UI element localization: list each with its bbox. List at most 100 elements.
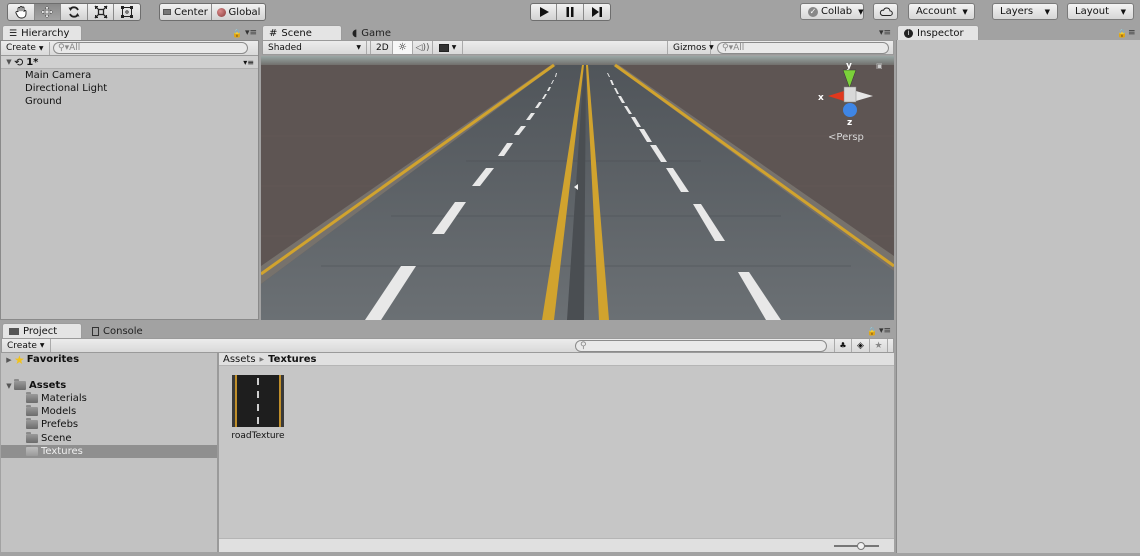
layout-label: Layout <box>1075 6 1109 17</box>
tab-project[interactable]: Project <box>2 323 82 339</box>
layers-dropdown[interactable]: Layers ▼ <box>992 3 1058 20</box>
step-button[interactable] <box>584 4 610 20</box>
hierarchy-create-button[interactable]: Create ▼ <box>1 41 50 55</box>
project-tab-label: Project <box>23 326 58 337</box>
icon-size-slider[interactable] <box>834 542 879 550</box>
gizmo-x-axis <box>828 91 844 101</box>
hierarchy-panel: Create ▼ ⚲▾ All ▼ ⟲ 1* ▾≡ Main Camera Di… <box>0 40 259 320</box>
folder-item[interactable]: Prefebs <box>1 418 78 431</box>
hierarchy-item[interactable]: Ground <box>1 95 62 108</box>
project-folder-tree: ▶ ★ Favorites ▼ Assets Materials Models … <box>1 353 217 552</box>
asset-item[interactable]: roadTexture <box>229 375 289 445</box>
account-label: Account <box>916 6 957 17</box>
search-by-type-button[interactable]: ♣ <box>834 339 852 352</box>
shading-mode-dropdown[interactable]: Shaded ▼ <box>263 41 367 54</box>
folder-item[interactable]: Materials <box>1 392 87 405</box>
favorites-row[interactable]: ▶ ★ Favorites <box>1 352 80 367</box>
expand-arrow-icon[interactable]: ▼ <box>4 58 14 66</box>
folder-item[interactable]: Models <box>1 405 76 418</box>
tab-inspector[interactable]: i Inspector <box>897 25 979 41</box>
projection-toggle[interactable]: <Persp <box>828 132 864 143</box>
save-search-button[interactable]: ★ <box>870 339 888 352</box>
scale-icon <box>94 5 108 19</box>
pivot-center-button[interactable]: Center <box>160 4 213 20</box>
assets-label: Assets <box>29 380 67 391</box>
hand-tool-button[interactable] <box>8 4 35 20</box>
search-by-label-button[interactable]: ◈ <box>852 339 870 352</box>
toggle-2d-button[interactable]: 2D <box>370 41 393 54</box>
effects-dropdown[interactable]: ▼ <box>433 41 463 54</box>
breadcrumb: Assets ▶ Textures <box>219 353 894 366</box>
hierarchy-item-label: Main Camera <box>25 70 92 81</box>
lock-icon[interactable]: 🔒 <box>867 327 877 336</box>
cloud-button[interactable] <box>873 3 898 20</box>
shading-mode-label: Shaded <box>268 42 302 53</box>
lock-icon[interactable]: 🔒 <box>1117 29 1127 38</box>
panel-menu-icon[interactable]: ▾≡ <box>879 28 891 38</box>
chevron-down-icon: ▼ <box>39 342 45 349</box>
globe-icon <box>216 7 226 17</box>
rect-transform-icon <box>121 6 134 18</box>
scale-tool-button[interactable] <box>88 4 115 20</box>
road-texture-thumbnail <box>232 375 284 427</box>
scene-viewport[interactable]: y x z <Persp ▣ <box>261 56 894 320</box>
scene-menu-icon[interactable]: ▾≡ <box>243 58 254 67</box>
tab-game[interactable]: ◖ Game <box>346 25 416 41</box>
play-button[interactable] <box>531 4 558 20</box>
folder-item[interactable]: Scene <box>1 432 72 445</box>
breadcrumb-assets[interactable]: Assets <box>223 354 256 365</box>
lock-icon[interactable]: 🔒 <box>232 29 242 38</box>
hierarchy-item-label: Directional Light <box>25 83 108 94</box>
account-dropdown[interactable]: Account ▼ <box>908 3 975 20</box>
project-create-button[interactable]: Create ▼ <box>2 339 51 352</box>
slider-thumb[interactable] <box>857 542 865 550</box>
scene-search-input[interactable]: ⚲▾ All <box>717 42 889 54</box>
folder-label: Materials <box>41 393 87 404</box>
tab-scene[interactable]: # Scene <box>262 25 342 41</box>
layers-label: Layers <box>1000 6 1034 17</box>
star-icon: ★ <box>14 352 25 367</box>
expand-arrow-icon[interactable]: ▶ <box>4 356 14 364</box>
favorites-label: Favorites <box>26 354 80 365</box>
tab-console[interactable]: Console <box>86 323 156 339</box>
rect-tool-button[interactable] <box>114 4 140 20</box>
folder-icon <box>26 432 38 443</box>
chevron-down-icon: ▼ <box>709 44 714 51</box>
expand-arrow-icon[interactable]: ▼ <box>4 382 14 390</box>
gizmo-lock-icon[interactable]: ▣ <box>876 62 883 70</box>
folder-item-selected[interactable]: Textures <box>1 445 217 458</box>
panel-menu-icon[interactable]: ▾≡ <box>879 326 891 336</box>
gizmo-neg-x-axis <box>856 91 873 101</box>
mode-2d-label: 2D <box>376 42 389 53</box>
scene-name: 1* <box>26 56 39 68</box>
assets-row[interactable]: ▼ Assets <box>1 379 66 392</box>
hierarchy-item[interactable]: Directional Light <box>1 82 107 95</box>
lighting-toggle[interactable]: ☼ <box>393 41 413 54</box>
pivot-center-label: Center <box>174 6 208 18</box>
rotate-tool-button[interactable] <box>61 4 88 20</box>
orientation-gizmo[interactable]: y x z <Persp <box>816 60 886 145</box>
layout-dropdown[interactable]: Layout ▼ <box>1067 3 1134 20</box>
rotate-icon <box>68 6 80 18</box>
hierarchy-item[interactable]: Main Camera <box>1 69 91 82</box>
pivot-global-button[interactable]: Global <box>212 4 265 20</box>
list-icon: ☰ <box>9 28 18 39</box>
audio-toggle[interactable]: ◁)) <box>413 41 433 54</box>
project-search-input[interactable]: ⚲ <box>575 340 827 352</box>
panel-menu-icon[interactable]: ▾≡ <box>245 28 257 38</box>
scene-root-row[interactable]: ▼ ⟲ 1* ▾≡ <box>1 56 258 69</box>
search-placeholder: All <box>733 43 745 53</box>
panel-menu-icon[interactable]: ≡ <box>1128 28 1136 38</box>
projection-label: Persp <box>836 132 864 143</box>
move-tool-button[interactable] <box>34 4 62 20</box>
hierarchy-search-input[interactable]: ⚲▾ All <box>53 42 248 54</box>
search-placeholder: All <box>69 43 81 53</box>
console-tab-label: Console <box>103 325 143 337</box>
breadcrumb-textures[interactable]: Textures <box>268 354 316 365</box>
collab-dropdown[interactable]: ✓ Collab ▼ <box>800 3 864 20</box>
gizmos-dropdown[interactable]: Gizmos ▼ <box>667 41 714 54</box>
tab-hierarchy[interactable]: ☰ Hierarchy <box>2 25 82 41</box>
pause-button[interactable] <box>557 4 584 20</box>
hierarchy-tab-label: Hierarchy <box>21 28 70 39</box>
project-toolbar: Create ▼ ⚲ ♣ ◈ ★ <box>1 338 894 353</box>
